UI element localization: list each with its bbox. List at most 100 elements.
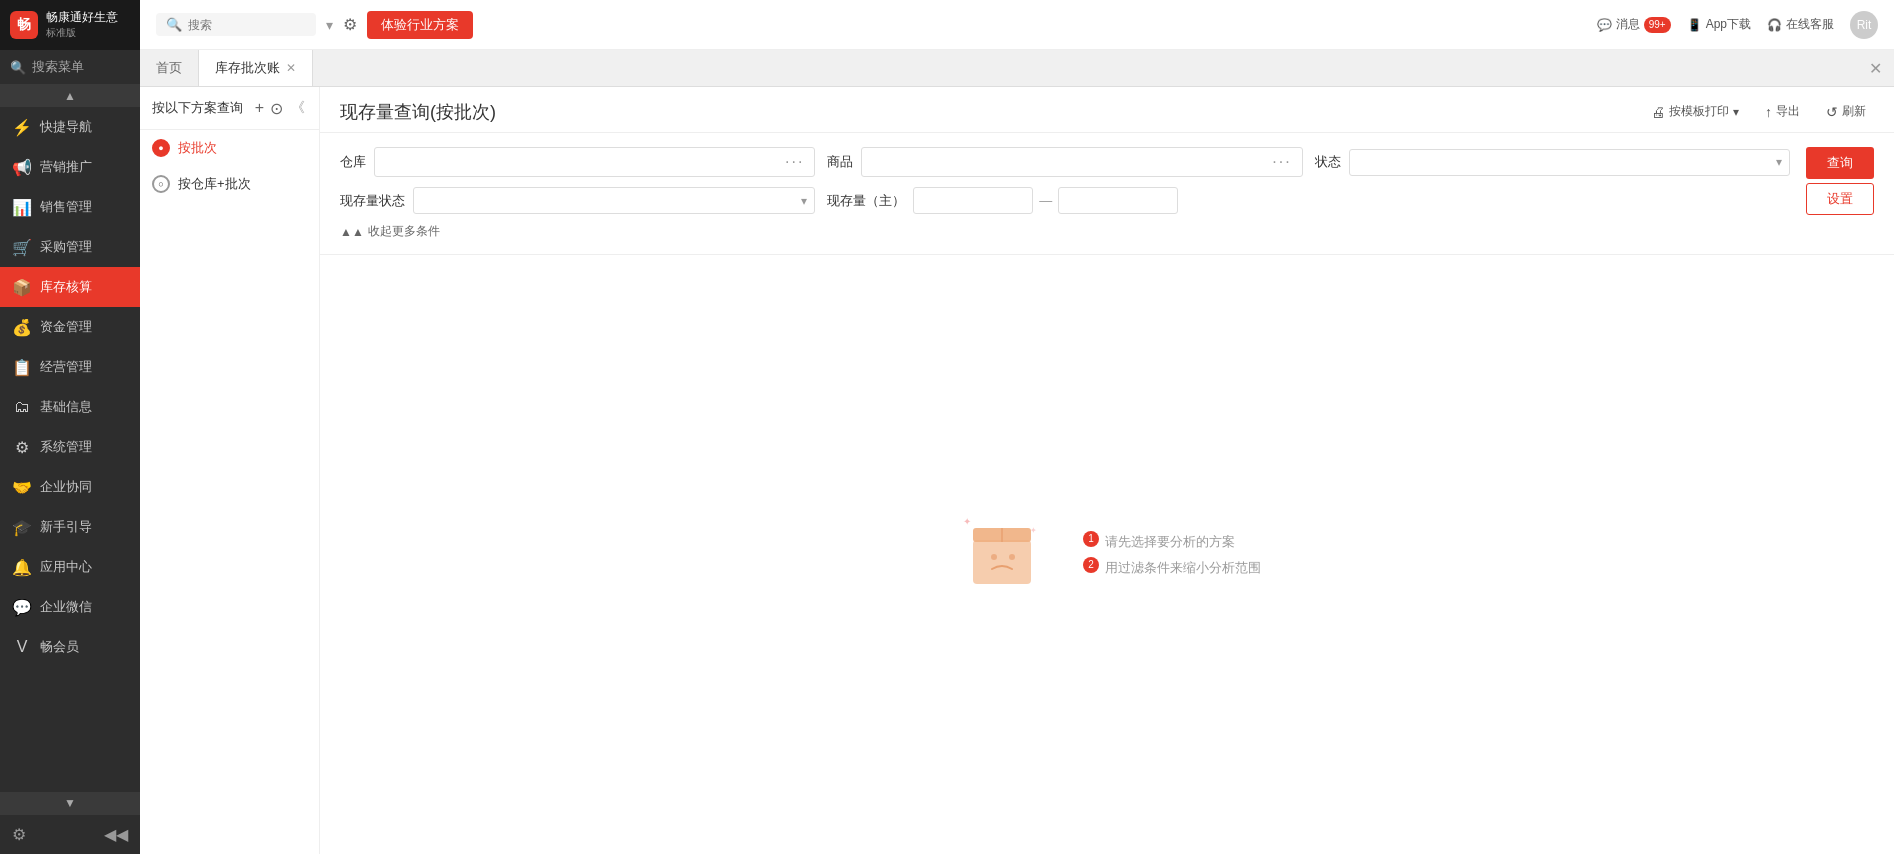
collapse-more-btn[interactable]: ▲▲ 收起更多条件	[340, 223, 1874, 240]
empty-illustration: ✦ ✦	[953, 505, 1053, 605]
stock-qty-max-input[interactable]	[1058, 187, 1178, 214]
query-button[interactable]: 查询	[1806, 147, 1874, 179]
svg-rect-0	[973, 540, 1031, 584]
collapse-up-icon: ▲▲	[340, 225, 364, 239]
tab-home[interactable]: 首页	[140, 50, 199, 86]
operation-icon: 📋	[12, 357, 32, 377]
scroll-up-btn[interactable]: ▲	[0, 85, 140, 107]
online-service-label: 在线客服	[1786, 16, 1834, 33]
user-profile-btn[interactable]: Rit	[1850, 11, 1878, 39]
filter-row-2: 现存量状态 有库存 无库存 现存量（主）	[340, 187, 1790, 214]
product-dots: ···	[1272, 153, 1291, 171]
topbar-search-input[interactable]	[188, 18, 306, 32]
sidebar-item-quicknav[interactable]: ⚡ 快捷导航	[0, 107, 140, 147]
sidebar-search[interactable]: 🔍 搜索菜单	[0, 50, 140, 85]
sidebar-item-inventory[interactable]: 📦 库存核算	[0, 267, 140, 307]
sidebar-item-operation[interactable]: 📋 经营管理	[0, 347, 140, 387]
tab-close-icon[interactable]: ✕	[286, 61, 296, 75]
system-icon: ⚙	[12, 437, 32, 457]
product-input[interactable]: ···	[861, 147, 1302, 177]
collapse-scheme-btn[interactable]: 《	[289, 97, 307, 119]
logo-text: 畅	[17, 16, 31, 34]
add-scheme-btn[interactable]: +	[255, 99, 264, 117]
sidebar-item-label: 基础信息	[40, 398, 92, 416]
page-header: 现存量查询(按批次) 🖨 按模板打印 ▾ ↑ 导出 ↺ 刷新	[320, 87, 1894, 133]
online-service-btn[interactable]: 🎧 在线客服	[1767, 16, 1834, 33]
print-dropdown-icon[interactable]: ▾	[1733, 105, 1739, 119]
tab-inventory-batch[interactable]: 库存批次账 ✕	[199, 50, 313, 86]
avatar: Rit	[1850, 11, 1878, 39]
collapse-sidebar-btn[interactable]: ◀◀	[104, 825, 128, 844]
vip-icon: V	[12, 637, 32, 657]
sidebar-item-vip[interactable]: V 畅会员	[0, 627, 140, 667]
user-name: Rit	[1857, 18, 1872, 32]
filter-stock-qty-group: 现存量（主） —	[827, 187, 1302, 214]
enterprise-icon: 🤝	[12, 477, 32, 497]
app-title: 畅康通好生意	[46, 10, 118, 26]
topbar-search-icon: 🔍	[166, 17, 182, 32]
sidebar-item-basic[interactable]: 🗂 基础信息	[0, 387, 140, 427]
status-select[interactable]: 启用 禁用	[1349, 149, 1790, 176]
app-download-btn[interactable]: 📱 App下载	[1687, 16, 1751, 33]
scheme-panel: 按以下方案查询 + ⊙ 《 ● 按批次 ○ 按仓库+批次	[140, 87, 320, 854]
app-subtitle: 标准版	[46, 26, 118, 40]
filter-stock-status-group: 现存量状态 有库存 无库存	[340, 187, 815, 214]
settings-scheme-btn[interactable]: ⊙	[270, 99, 283, 118]
sidebar-item-system[interactable]: ⚙ 系统管理	[0, 427, 140, 467]
sidebar-item-appcenter[interactable]: 🔔 应用中心	[0, 547, 140, 587]
step2-text: 用过滤条件来缩小分析范围	[1105, 555, 1261, 581]
messages-label: 消息	[1616, 16, 1640, 33]
refresh-icon: ↺	[1826, 104, 1838, 120]
scheme-item-warehouse-batch[interactable]: ○ 按仓库+批次	[140, 166, 319, 202]
topbar-gear-icon[interactable]: ⚙	[343, 15, 357, 34]
export-btn[interactable]: ↑ 导出	[1757, 99, 1808, 124]
sales-icon: 📊	[12, 197, 32, 217]
sidebar-footer: ⚙ ◀◀	[0, 814, 140, 854]
print-icon: 🖨	[1651, 104, 1665, 120]
filter-warehouse-group: 仓库 ···	[340, 147, 815, 177]
topbar-dropdown-icon[interactable]: ▾	[326, 17, 333, 33]
topbar-search-box[interactable]: 🔍	[156, 13, 316, 36]
sidebar-item-purchase[interactable]: 🛒 采购管理	[0, 227, 140, 267]
messages-btn[interactable]: 💬 消息 99+	[1597, 16, 1671, 33]
sidebar-item-finance[interactable]: 💰 资金管理	[0, 307, 140, 347]
sidebar-item-enterprise[interactable]: 🤝 企业协同	[0, 467, 140, 507]
action-buttons: 查询 设置	[1806, 147, 1874, 215]
sidebar-item-marketing[interactable]: 📢 营销推广	[0, 147, 140, 187]
warehouse-input[interactable]: ···	[374, 147, 815, 177]
sidebar-item-newuser[interactable]: 🎓 新手引导	[0, 507, 140, 547]
main-panel: 现存量查询(按批次) 🖨 按模板打印 ▾ ↑ 导出 ↺ 刷新	[320, 87, 1894, 854]
sidebar-item-sales[interactable]: 📊 销售管理	[0, 187, 140, 227]
page-title: 现存量查询(按批次)	[340, 100, 496, 124]
scheme-list: ● 按批次 ○ 按仓库+批次	[140, 130, 319, 854]
headset-icon: 🎧	[1767, 18, 1782, 32]
tab-home-label: 首页	[156, 59, 182, 77]
quicknav-icon: ⚡	[12, 117, 32, 137]
empty-step2: 2 用过滤条件来缩小分析范围	[1083, 555, 1261, 581]
scheme-inactive-icon: ○	[152, 175, 170, 193]
empty-text: 1 请先选择要分析的方案 2 用过滤条件来缩小分析范围	[1083, 529, 1261, 581]
scheme-item-batch[interactable]: ● 按批次	[140, 130, 319, 166]
scroll-down-btn[interactable]: ▼	[0, 792, 140, 814]
sidebar-item-wechat[interactable]: 💬 企业微信	[0, 587, 140, 627]
marketing-icon: 📢	[12, 157, 32, 177]
trial-button[interactable]: 体验行业方案	[367, 11, 473, 39]
sidebar-item-label: 系统管理	[40, 438, 92, 456]
settings-footer-btn[interactable]: ⚙	[12, 825, 26, 844]
app-logo: 畅	[10, 11, 38, 39]
close-all-tabs-btn[interactable]: ✕	[1857, 51, 1894, 86]
purchase-icon: 🛒	[12, 237, 32, 257]
refresh-btn[interactable]: ↺ 刷新	[1818, 99, 1874, 124]
stock-status-select[interactable]: 有库存 无库存	[413, 187, 815, 214]
topbar-right: 💬 消息 99+ 📱 App下载 🎧 在线客服 Rit	[1597, 11, 1878, 39]
topbar-left: 🔍 ▾ ⚙ 体验行业方案	[156, 11, 473, 39]
set-button[interactable]: 设置	[1806, 183, 1874, 215]
inventory-icon: 📦	[12, 277, 32, 297]
step1-num: 1	[1083, 531, 1099, 547]
stock-qty-min-input[interactable]	[913, 187, 1033, 214]
sidebar-header: 畅 畅康通好生意 标准版	[0, 0, 140, 50]
sidebar-item-label: 快捷导航	[40, 118, 92, 136]
scheme-active-icon: ●	[152, 139, 170, 157]
scheme-panel-header: 按以下方案查询 + ⊙ 《	[140, 87, 319, 130]
print-template-btn[interactable]: 🖨 按模板打印 ▾	[1643, 99, 1747, 124]
